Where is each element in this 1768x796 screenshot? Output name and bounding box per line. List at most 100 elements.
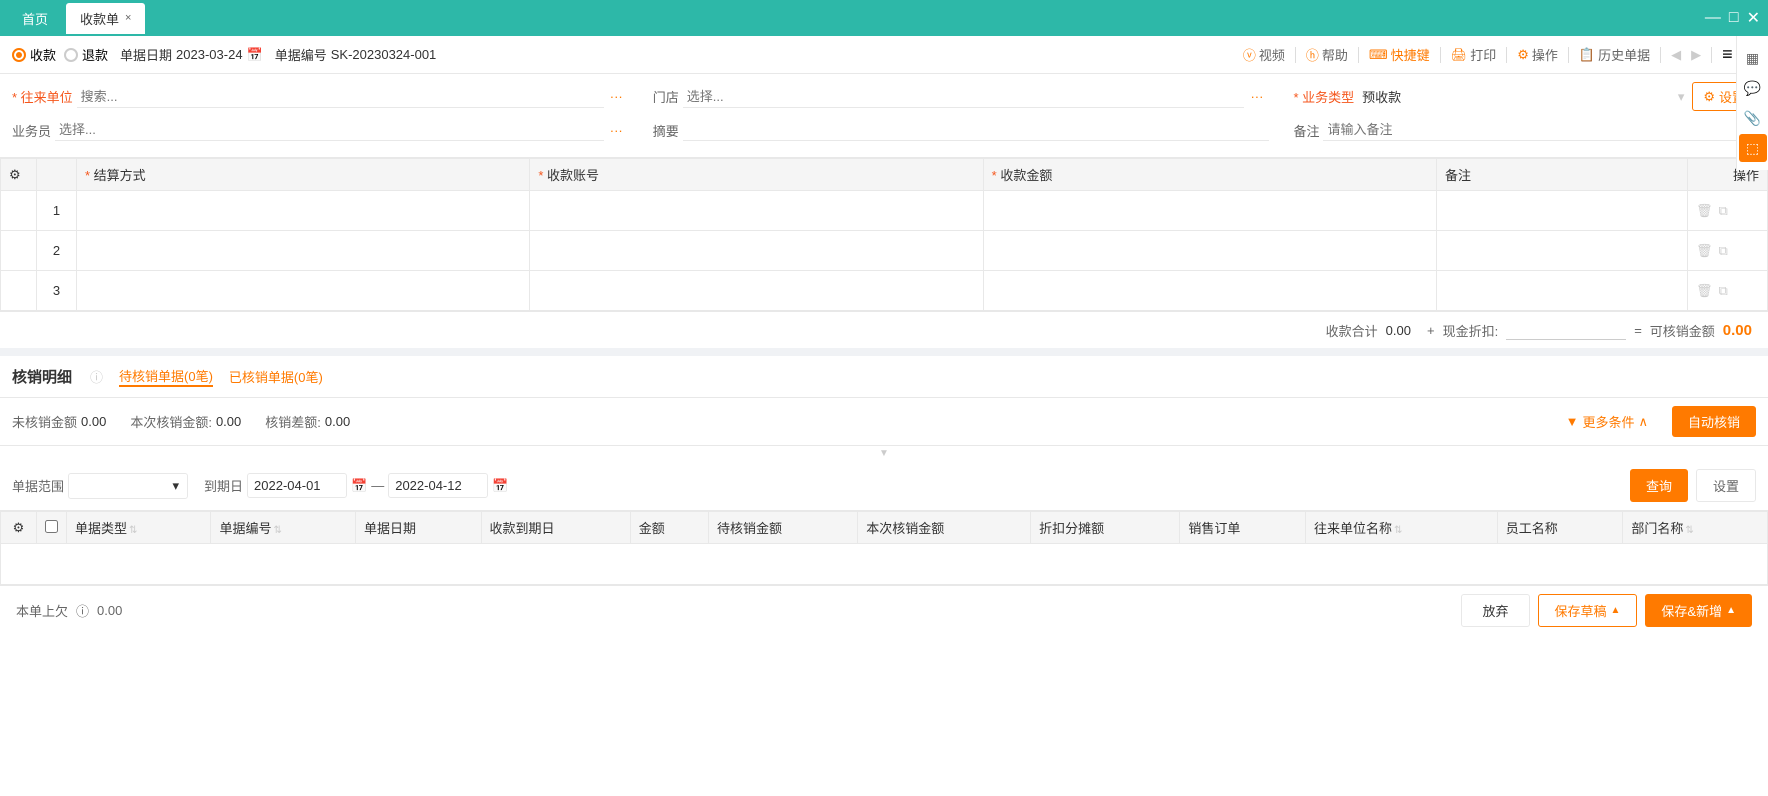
date-value[interactable]: 2023-03-24 xyxy=(176,47,243,62)
verification-info-icon[interactable]: ⓘ xyxy=(90,367,103,386)
staff-input[interactable] xyxy=(55,119,604,141)
business-type-arrow-icon[interactable]: ▾ xyxy=(1678,89,1685,105)
total-label: 收款合计 xyxy=(1326,321,1378,340)
action-help[interactable]: ⓗ 帮助 xyxy=(1306,45,1348,64)
row3-copy-icon[interactable]: ⧉ xyxy=(1719,283,1728,299)
date-from-input[interactable] xyxy=(247,473,347,498)
help-icon: ⓗ xyxy=(1306,45,1319,64)
row2-amount[interactable] xyxy=(983,231,1436,271)
row3-delete-icon[interactable]: 🗑 xyxy=(1696,283,1713,299)
verification-section: 核销明细 ⓘ 待核销单据(0笔) 已核销单据(0笔) 未核销金额 0.00 本次… xyxy=(0,356,1768,585)
total-value: 0.00 xyxy=(1386,323,1411,338)
staff-more-btn[interactable]: ··· xyxy=(604,123,629,138)
discard-button[interactable]: 放弃 xyxy=(1461,594,1529,627)
unverified-label: 未核销金额 xyxy=(12,412,77,431)
date-to-input[interactable] xyxy=(388,473,488,498)
counterparty-input[interactable] xyxy=(77,86,604,108)
due-date-field: 到期日 📅 — 📅 xyxy=(204,473,508,498)
tab-close-icon[interactable]: × xyxy=(125,12,131,24)
discount-input[interactable] xyxy=(1506,320,1626,340)
radio-shoukuan[interactable]: 收款 xyxy=(12,45,56,64)
sidebar-table-icon[interactable]: ▦ xyxy=(1739,44,1767,72)
select-all-checkbox[interactable] xyxy=(45,520,58,533)
row1-copy-icon[interactable]: ⧉ xyxy=(1719,203,1728,219)
row3-account[interactable] xyxy=(530,271,983,311)
store-more-btn[interactable]: ··· xyxy=(1244,89,1269,104)
row3-gear xyxy=(1,271,37,311)
summary-input[interactable] xyxy=(683,119,1270,141)
number-value[interactable]: SK-20230324-001 xyxy=(331,47,437,62)
row3-amount[interactable] xyxy=(983,271,1436,311)
row3-settlement[interactable] xyxy=(77,271,530,311)
counterparty-more-btn[interactable]: ··· xyxy=(604,89,629,104)
window-close-icon[interactable]: ✕ xyxy=(1747,8,1760,28)
row1-actions: 🗑 ⧉ xyxy=(1688,191,1768,231)
action-history[interactable]: 📋 历史单据 xyxy=(1579,45,1650,64)
tab-home[interactable]: 首页 xyxy=(8,3,62,34)
tab-done[interactable]: 已核销单据(0笔) xyxy=(229,367,323,386)
date-field: 单据日期 2023-03-24 📅 xyxy=(120,45,263,64)
nav-prev-icon[interactable]: ◀ xyxy=(1671,47,1681,63)
action-video-label: 视频 xyxy=(1259,45,1285,64)
row2-remark[interactable] xyxy=(1436,231,1687,271)
row3-num: 3 xyxy=(37,271,77,311)
radio-tuikuan-label: 退款 xyxy=(82,45,108,64)
col-account-header: * 收款账号 xyxy=(530,159,983,191)
row2-settlement[interactable] xyxy=(77,231,530,271)
action-shortcut[interactable]: ⌨ 快捷键 xyxy=(1369,45,1430,64)
save-new-button[interactable]: 保存&新增 ▲ xyxy=(1645,594,1752,627)
row1-account[interactable] xyxy=(530,191,983,231)
bt-gear-header[interactable]: ⚙ xyxy=(1,512,37,544)
this-order-label: 本单上欠 xyxy=(16,601,68,620)
filter-settings-button[interactable]: 设置 xyxy=(1696,469,1756,502)
row3-remark[interactable] xyxy=(1436,271,1687,311)
tab-pending[interactable]: 待核销单据(0笔) xyxy=(119,366,213,387)
row1-settlement[interactable] xyxy=(77,191,530,231)
sidebar-expand-icon[interactable]: ⬚ xyxy=(1739,134,1767,162)
row1-amount[interactable] xyxy=(983,191,1436,231)
row1-delete-icon[interactable]: 🗑 xyxy=(1696,203,1713,219)
row1-remark[interactable] xyxy=(1436,191,1687,231)
main-content: 收款 退款 单据日期 2023-03-24 📅 单据编号 SK-20230324… xyxy=(0,36,1768,796)
page-bottom: 本单上欠 ⓘ 0.00 放弃 保存草稿 ▲ 保存&新增 ▲ xyxy=(0,585,1768,635)
sidebar-chat-icon[interactable]: 💬 xyxy=(1739,74,1767,102)
action-video[interactable]: ⓥ 视频 xyxy=(1243,45,1285,64)
range-select[interactable]: ▾ xyxy=(68,473,188,499)
row2-copy-icon[interactable]: ⧉ xyxy=(1719,243,1728,259)
current-verify-amount: 本次核销金额: 0.00 xyxy=(130,412,241,431)
remarks-input[interactable] xyxy=(1323,119,1756,141)
table-section: ⚙ * 结算方式 * 收款账号 * 收款金额 备注 操作 1 xyxy=(0,158,1768,311)
date-label: 单据日期 xyxy=(120,45,172,64)
action-print[interactable]: 🖨 打印 xyxy=(1451,45,1497,64)
calendar-icon[interactable]: 📅 xyxy=(247,47,263,63)
bt-check-header[interactable] xyxy=(37,512,67,544)
sidebar-attachment-icon[interactable]: 📎 xyxy=(1739,104,1767,132)
query-button[interactable]: 查询 xyxy=(1630,469,1688,502)
cal-from-icon[interactable]: 📅 xyxy=(351,478,367,494)
this-order-info-icon[interactable]: ⓘ xyxy=(76,601,89,620)
nav-next-icon[interactable]: ▶ xyxy=(1691,47,1701,63)
col-gear[interactable]: ⚙ xyxy=(1,159,37,191)
diff-value: 0.00 xyxy=(325,414,350,429)
auto-verify-button[interactable]: 自动核销 xyxy=(1672,406,1756,437)
verification-title: 核销明细 xyxy=(12,366,72,387)
due-date-label: 到期日 xyxy=(204,476,243,495)
summary-label: 摘要 xyxy=(653,121,679,140)
cal-to-icon[interactable]: 📅 xyxy=(492,478,508,494)
action-help-label: 帮助 xyxy=(1322,45,1348,64)
tab-bar-right: — □ ✕ xyxy=(1705,8,1760,28)
save-draft-button[interactable]: 保存草稿 ▲ xyxy=(1538,594,1638,627)
tab-active[interactable]: 收款单 × xyxy=(66,3,145,34)
row1-gear xyxy=(1,191,37,231)
row2-delete-icon[interactable]: 🗑 xyxy=(1696,243,1713,259)
window-max-icon[interactable]: □ xyxy=(1729,9,1739,27)
radio-tuikuan[interactable]: 退款 xyxy=(64,45,108,64)
store-input[interactable] xyxy=(683,86,1245,108)
action-operate[interactable]: ⚙ 操作 xyxy=(1517,45,1558,64)
window-min-icon[interactable]: — xyxy=(1705,9,1721,27)
row2-account[interactable] xyxy=(530,231,983,271)
toolbar: 收款 退款 单据日期 2023-03-24 📅 单据编号 SK-20230324… xyxy=(0,36,1768,74)
more-conditions-btn[interactable]: ▼ 更多条件 ∧ xyxy=(1566,412,1648,431)
verifiable-value: 0.00 xyxy=(1723,322,1752,339)
view-list-icon[interactable]: ≡ xyxy=(1722,44,1733,65)
